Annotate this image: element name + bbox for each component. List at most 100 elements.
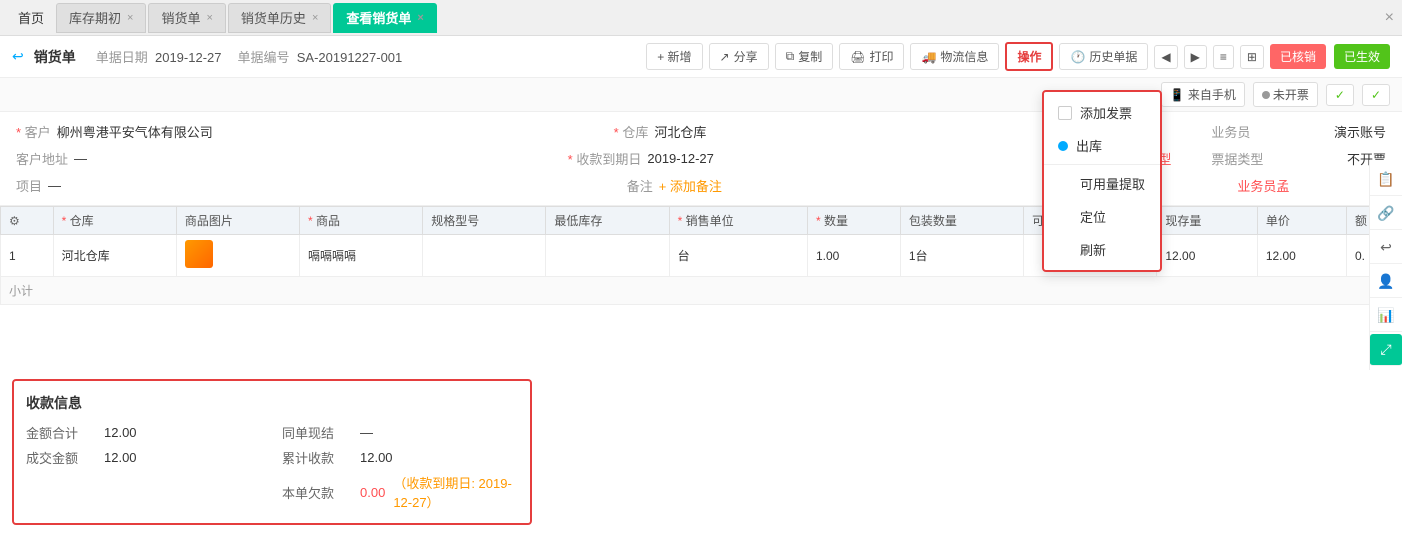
tab-check-sales[interactable]: 查看销货单 × [333,3,436,33]
row-min-stock [546,235,669,277]
not-open-button[interactable]: 未开票 [1253,82,1318,107]
toolbar2: 📱 来自手机 未开票 ✓ ✓ [0,78,1402,112]
overdue-suffix: （收款到期日: 2019-12-27） [393,473,518,511]
outbound-label: 出库 [1076,136,1102,155]
table-row: 1 河北仓库 嗝嗝嗝嗝 台 1.00 1台 12.00 12.00 0. [1,235,1402,277]
customer-value: 柳州粤港平安气体有限公司 [57,122,213,141]
sales-staff-field: 业务员孟 — [1237,176,1386,195]
tab-bar: 首页 库存期初 × 销货单 × 销货单历史 × 查看销货单 × × [0,0,1402,36]
customer-label: 客户 [16,122,51,141]
row-no: 1 [1,235,54,277]
new-button[interactable]: + 新增 [646,43,702,70]
effective-button[interactable]: 已生效 [1334,44,1390,69]
project-label: 项目 [16,176,42,195]
print-button[interactable]: 🖨 打印 [839,43,904,70]
available-qty-label: 可用量提取 [1080,174,1145,193]
copy-button[interactable]: ⧉ 复制 [775,43,834,70]
overdue-row: 本单欠款 0.00 （收款到期日: 2019-12-27） [282,473,518,511]
cumulative-row: 累计收款 12.00 [282,448,518,467]
check2-button[interactable]: ✓ [1362,84,1390,106]
right-tool-5[interactable]: 📊 [1370,300,1402,332]
tab-inventory-label: 库存期初 [69,8,121,27]
due-date-value: 2019-12-27 [647,151,714,166]
outbound-icon [1058,141,1068,151]
nukesales-button[interactable]: 已核销 [1270,44,1326,69]
history-icon: 🕐 [1070,50,1085,64]
logistics-label: 物流信息 [940,48,988,65]
phone-icon: 📱 [1170,88,1185,102]
right-tool-3[interactable]: ↩ [1370,232,1402,264]
project-value: — [48,178,61,193]
share-button[interactable]: ↗ 分享 [709,43,769,70]
toolbar-right: + 新增 ↗ 分享 ⧉ 复制 🖨 打印 🚚 物流信息 操作 🕐 历史单据 [646,42,1390,71]
refresh-label: 刷新 [1080,240,1106,259]
history-button[interactable]: 🕐 历史单据 [1059,43,1148,70]
date-label: 单据日期 2019-12-27 [96,47,222,66]
address-label: 客户地址 [16,149,68,168]
invoice-icon [1058,106,1072,120]
close-check-sales-icon[interactable]: × [417,12,423,24]
right-tool-2[interactable]: 🔗 [1370,198,1402,230]
col-qty: * 数量 [807,207,900,235]
prev-button[interactable]: ◀ [1154,45,1177,69]
subtotal-row: 小计 [1,277,1402,305]
check-button[interactable]: ✓ [1326,84,1354,106]
available-qty-item[interactable]: 可用量提取 [1044,167,1160,200]
same-order-label: 同单现结 [282,423,352,442]
refresh-item[interactable]: 刷新 [1044,233,1160,266]
total-amount-label: 金额合计 [26,423,96,442]
number-value: SA-20191227-001 [297,50,403,65]
col-product: * 商品 [300,207,423,235]
total-amount-value: 12.00 [104,425,137,440]
note-label: 备注 [627,176,653,195]
right-tool-4[interactable]: 👤 [1370,266,1402,298]
outbound-item[interactable]: 出库 [1044,129,1160,162]
copy-icon: ⧉ [786,49,795,64]
overdue-value: 0.00 [360,485,385,500]
overdue-label: 本单欠款 [282,483,352,502]
not-open-label: 未开票 [1273,86,1309,103]
form-area: 客户 柳州粤港平安气体有限公司 仓库 河北仓库 业务员 演示账号 客户地址 — … [0,112,1402,205]
tab-sales[interactable]: 销货单 × [148,3,225,33]
operator-label: 业务员 [1211,122,1250,141]
ticket-label2: 票据类型 [1211,149,1263,168]
due-date-field: 收款到期日 2019-12-27 [568,149,1100,168]
doc-icon: ↩ [12,48,24,65]
operator-value: 演示账号 [1334,122,1386,141]
from-phone-button[interactable]: 📱 来自手机 [1161,82,1245,107]
view1-button[interactable]: ≡ [1213,45,1234,69]
sales-staff-label: 业务员孟 [1237,176,1289,195]
add-invoice-label: 添加发票 [1080,103,1132,122]
cumulative-value: 12.00 [360,450,393,465]
logistics-button[interactable]: 🚚 物流信息 [910,43,999,70]
add-invoice-item[interactable]: 添加发票 [1044,96,1160,129]
close-inventory-icon[interactable]: × [127,12,133,24]
deal-amount-value: 12.00 [104,450,137,465]
total-amount-row: 金额合计 12.00 [26,423,262,442]
toolbar: ↩ 销货单 单据日期 2019-12-27 单据编号 SA-20191227-0… [0,36,1402,78]
tab-home[interactable]: 首页 [8,8,54,27]
tab-inventory[interactable]: 库存期初 × [56,3,146,33]
deal-amount-label: 成交金额 [26,448,96,467]
next-button[interactable]: ▶ [1184,45,1207,69]
close-sales-icon[interactable]: × [206,12,212,24]
doc-title: 销货单 [34,47,76,67]
right-tools-panel: 📋 🔗 ↩ 👤 📊 ⤢ [1369,160,1402,370]
history-label: 历史单据 [1089,48,1137,65]
col-unit: * 销售单位 [669,207,807,235]
close-sales-history-icon[interactable]: × [312,12,318,24]
row-warehouse: 河北仓库 [53,235,176,277]
view2-button[interactable]: ⊞ [1240,45,1264,69]
locate-item[interactable]: 定位 [1044,200,1160,233]
operate-button[interactable]: 操作 [1005,42,1053,71]
col-settings[interactable]: ⚙ [1,207,54,235]
tab-sales-history[interactable]: 销货单历史 × [228,3,331,33]
truck-icon: 🚚 [921,50,936,64]
dot-icon [1262,91,1270,99]
print-icon: 🖨 [850,50,865,64]
right-tool-1[interactable]: 📋 [1370,164,1402,196]
close-all-button[interactable]: × [1385,9,1394,27]
add-note-button[interactable]: + 添加备注 [659,176,722,195]
right-tool-expand[interactable]: ⤢ [1370,334,1402,366]
form-row-2: 客户地址 — 收款到期日 2019-12-27 票据类型 票据类型 不开票 [16,149,1386,168]
